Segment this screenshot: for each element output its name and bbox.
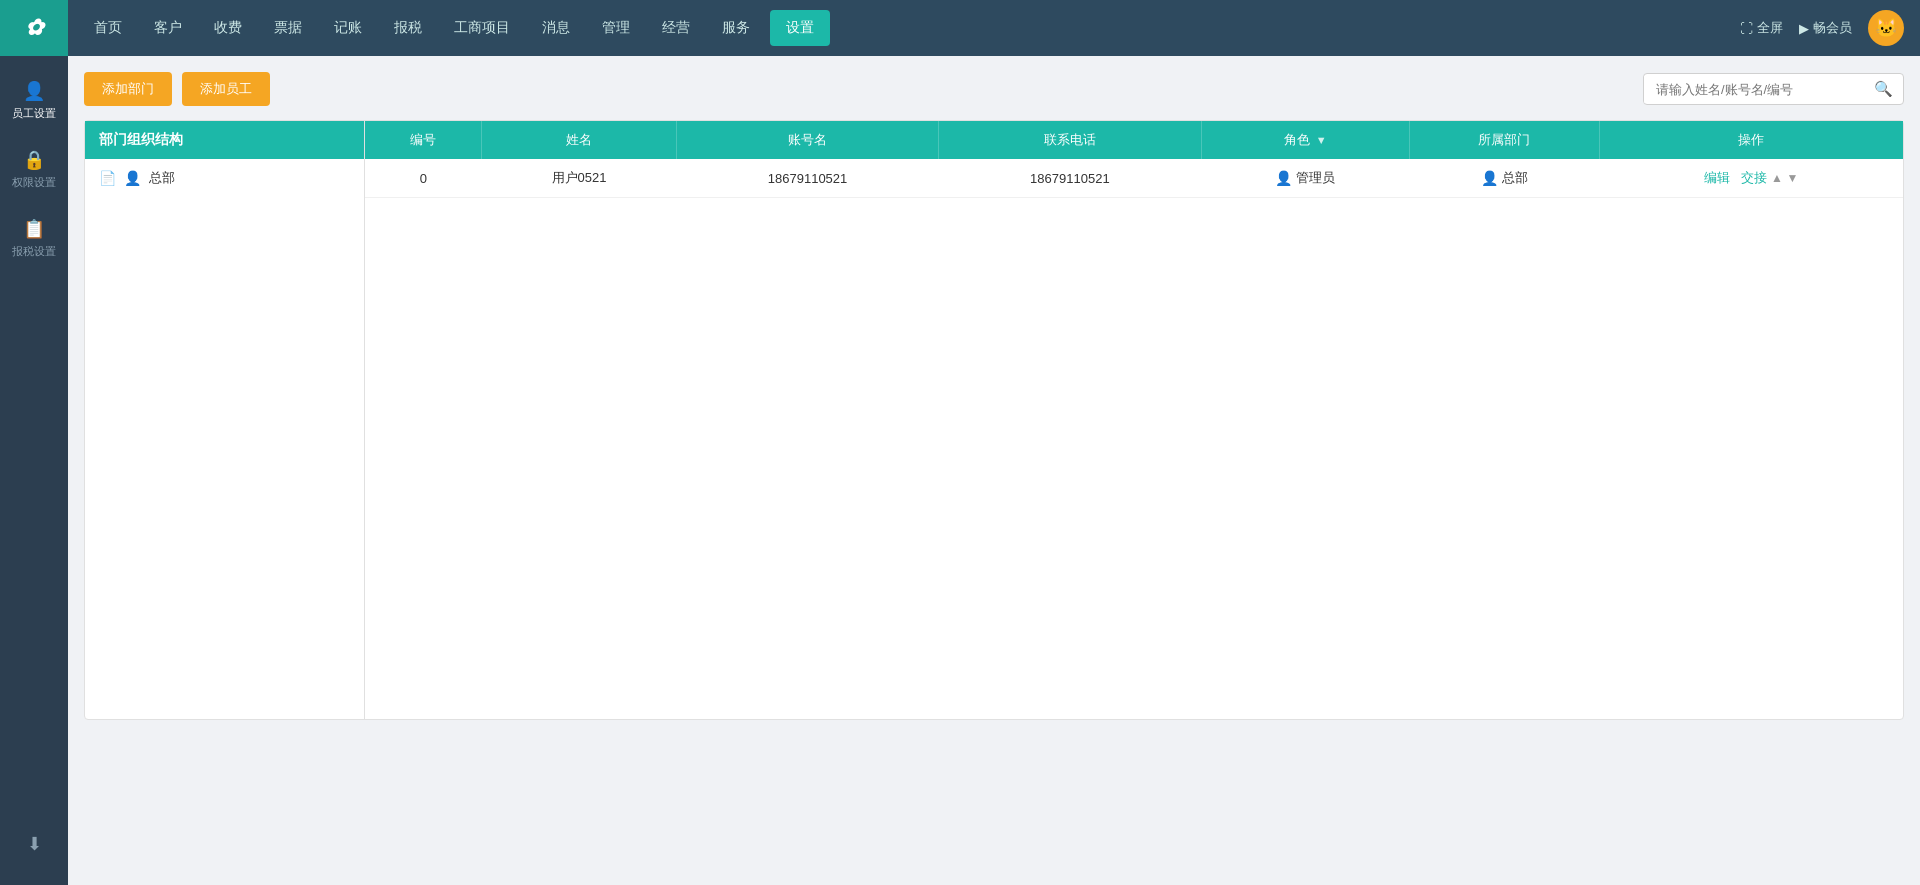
cell-dept: 👤 总部 <box>1410 159 1599 198</box>
tree-item-headquarters[interactable]: 📄 👤 总部 <box>85 159 364 197</box>
col-account: 账号名 <box>676 121 938 159</box>
user-avatar[interactable]: 🐱 <box>1868 10 1904 46</box>
nav-item-message[interactable]: 消息 <box>526 0 586 56</box>
content-area: 添加部门 添加员工 🔍 部门组织结构 📄 👤 总部 <box>68 56 1920 885</box>
logo[interactable]: ✿ <box>0 0 68 56</box>
col-role[interactable]: 角色 ▼ <box>1201 121 1410 159</box>
fullscreen-icon: ⛶ <box>1740 21 1753 36</box>
sidebar-item-taxsettings[interactable]: 📋 报税设置 <box>0 204 68 273</box>
cell-id: 0 <box>365 159 482 198</box>
role-user-icon: 👤 <box>1275 170 1292 186</box>
col-id: 编号 <box>365 121 482 159</box>
nav-item-operation[interactable]: 经营 <box>646 0 706 56</box>
sidebar-item-permission[interactable]: 🔒 权限设置 <box>0 135 68 204</box>
report-icon: 📋 <box>23 218 45 240</box>
search-box: 🔍 <box>1643 73 1904 105</box>
scroll-down-button[interactable]: ▼ <box>1787 171 1799 185</box>
folder-icon: 📄 <box>99 170 116 186</box>
dept-user-icon: 👤 <box>1481 170 1498 186</box>
table-header-row: 编号 姓名 账号名 联系电话 角色 ▼ 所属部门 操作 <box>365 121 1903 159</box>
search-input[interactable] <box>1644 76 1864 103</box>
transfer-button[interactable]: 交接 <box>1741 170 1767 185</box>
employee-icon: 👤 <box>23 80 45 102</box>
nav-item-accounting[interactable]: 记账 <box>318 0 378 56</box>
toolbar: 添加部门 添加员工 🔍 <box>84 72 1904 106</box>
sidebar-item-employee[interactable]: 👤 员工设置 <box>0 66 68 135</box>
member-icon: ▶ <box>1799 21 1809 36</box>
tree-item-label: 总部 <box>149 169 175 187</box>
search-button[interactable]: 🔍 <box>1864 74 1903 104</box>
nav-item-tax[interactable]: 报税 <box>378 0 438 56</box>
tree-header: 部门组织结构 <box>85 121 364 159</box>
cell-actions: 编辑 交接 ▲ ▼ <box>1599 159 1903 198</box>
nav-item-manage[interactable]: 管理 <box>586 0 646 56</box>
main-layout: 👤 员工设置 🔒 权限设置 📋 报税设置 ⬇ 添加部门 添加员工 🔍 <box>0 56 1920 885</box>
main-panel: 部门组织结构 📄 👤 总部 编号 姓名 账号名 联系电话 <box>84 120 1904 720</box>
cell-account: 18679110521 <box>676 159 938 198</box>
sidebar: 👤 员工设置 🔒 权限设置 📋 报税设置 ⬇ <box>0 56 68 885</box>
employee-table: 编号 姓名 账号名 联系电话 角色 ▼ 所属部门 操作 <box>365 121 1903 198</box>
cell-name: 用户0521 <box>482 159 677 198</box>
add-employee-button[interactable]: 添加员工 <box>182 72 270 106</box>
download-icon: ⬇ <box>27 833 42 855</box>
role-filter-icon[interactable]: ▼ <box>1316 134 1327 146</box>
nav-item-fee[interactable]: 收费 <box>198 0 258 56</box>
table-row: 0 用户0521 18679110521 18679110521 👤 管理员 <box>365 159 1903 198</box>
nav-item-service[interactable]: 服务 <box>706 0 766 56</box>
member-button[interactable]: ▶ 畅会员 <box>1799 19 1852 37</box>
sidebar-download-button[interactable]: ⬇ <box>27 819 42 869</box>
col-action: 操作 <box>1599 121 1903 159</box>
nav-item-customer[interactable]: 客户 <box>138 0 198 56</box>
col-name: 姓名 <box>482 121 677 159</box>
edit-button[interactable]: 编辑 <box>1704 170 1730 185</box>
nav-item-home[interactable]: 首页 <box>78 0 138 56</box>
nav-menu: 首页 客户 收费 票据 记账 报税 工商项目 消息 管理 经营 服务 设置 <box>68 0 1740 56</box>
nav-item-bizproject[interactable]: 工商项目 <box>438 0 526 56</box>
cell-phone: 18679110521 <box>939 159 1201 198</box>
fullscreen-button[interactable]: ⛶ 全屏 <box>1740 19 1783 37</box>
cell-role: 👤 管理员 <box>1201 159 1410 198</box>
logo-icon: ✿ <box>25 15 43 41</box>
table-panel: 编号 姓名 账号名 联系电话 角色 ▼ 所属部门 操作 <box>365 121 1903 719</box>
col-dept: 所属部门 <box>1410 121 1599 159</box>
tree-panel: 部门组织结构 📄 👤 总部 <box>85 121 365 719</box>
nav-item-settings[interactable]: 设置 <box>770 10 830 46</box>
top-navigation: ✿ 首页 客户 收费 票据 记账 报税 工商项目 消息 管理 经营 服务 设置 … <box>0 0 1920 56</box>
sidebar-bottom: ⬇ <box>27 819 42 885</box>
scroll-up-button[interactable]: ▲ <box>1771 171 1783 185</box>
add-dept-button[interactable]: 添加部门 <box>84 72 172 106</box>
nav-item-invoice[interactable]: 票据 <box>258 0 318 56</box>
lock-icon: 🔒 <box>23 149 45 171</box>
tree-user-icon: 👤 <box>124 170 141 186</box>
nav-right-area: ⛶ 全屏 ▶ 畅会员 🐱 <box>1740 10 1920 46</box>
col-phone: 联系电话 <box>939 121 1201 159</box>
